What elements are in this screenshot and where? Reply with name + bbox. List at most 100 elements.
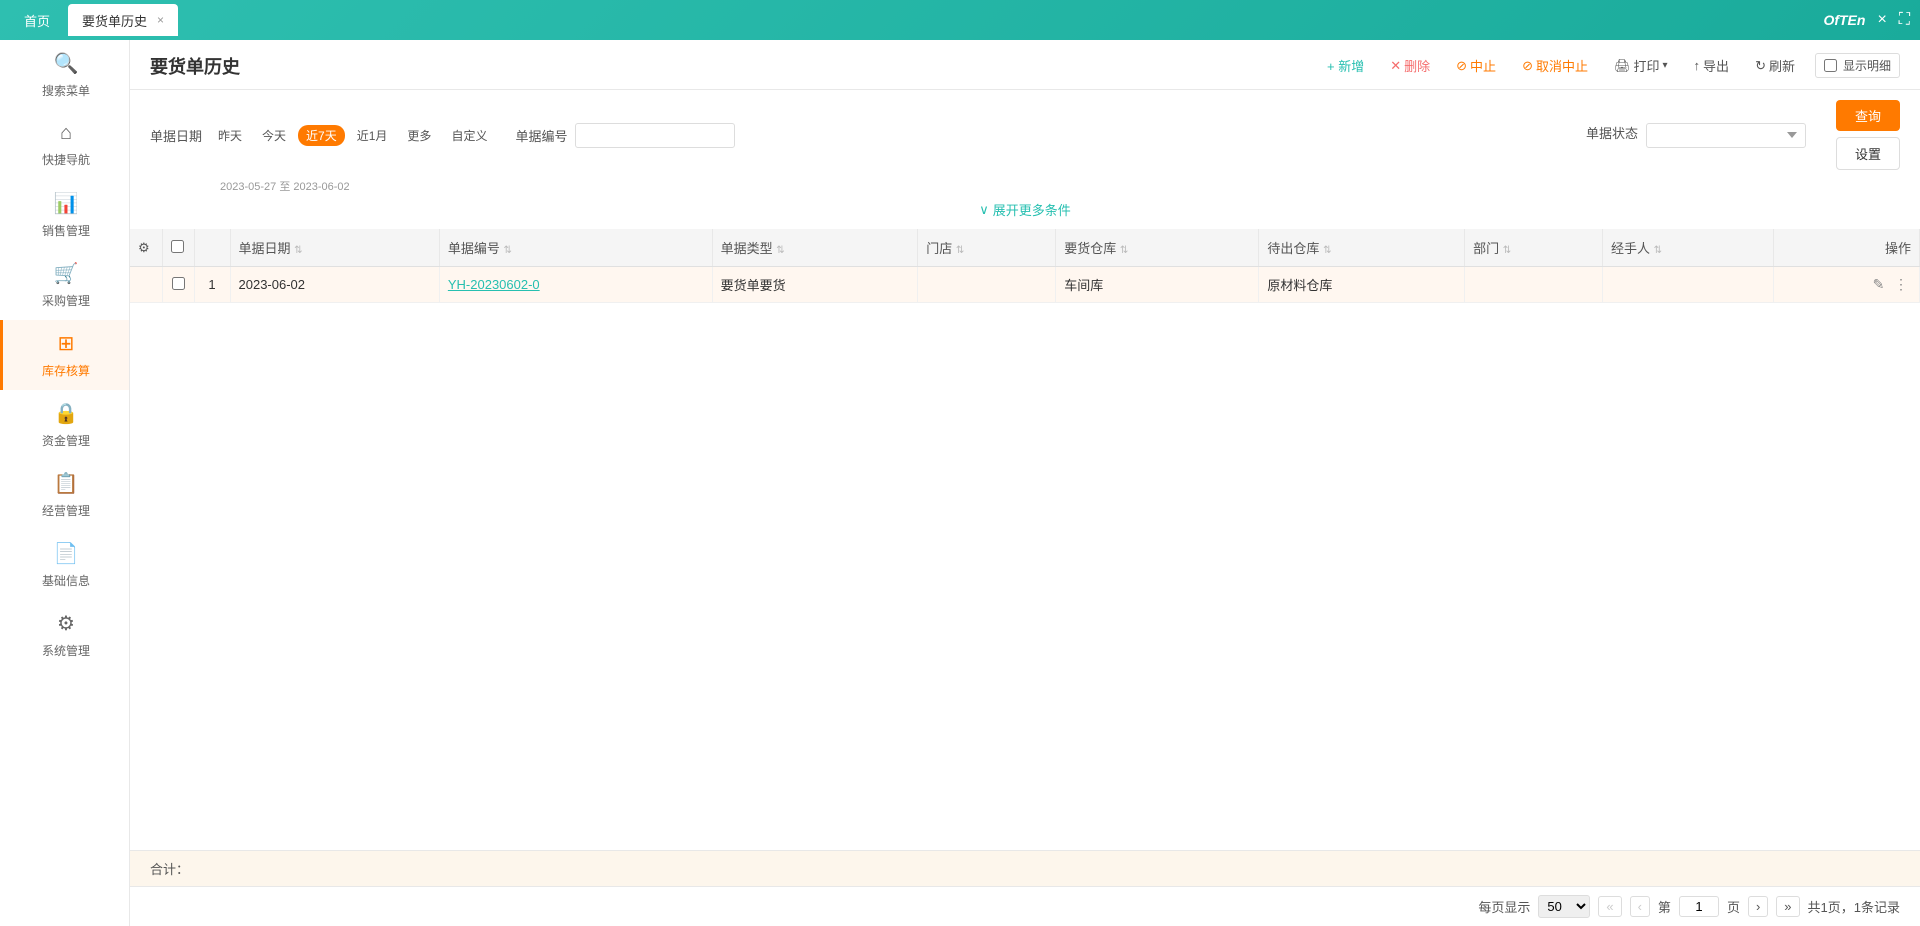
col-settings[interactable]: ⚙ bbox=[130, 229, 162, 267]
status-select[interactable] bbox=[1646, 123, 1806, 148]
date-btn-more[interactable]: 更多 bbox=[399, 125, 439, 146]
cell-order-no: YH-20230602-0 bbox=[439, 267, 712, 303]
main-layout: 🔍 搜索菜单 ⌂ 快捷导航 📊 销售管理 🛒 采购管理 ⊞ 库存核算 🔒 资金管… bbox=[0, 40, 1920, 926]
sidebar-item-purchase[interactable]: 🛒 采购管理 bbox=[0, 250, 129, 320]
status-filter-label: 单据状态 bbox=[1586, 123, 1638, 142]
sidebar-item-finance-label: 资金管理 bbox=[42, 432, 90, 449]
date-btn-7days[interactable]: 近7天 bbox=[298, 125, 345, 146]
col-type[interactable]: 单据类型 ⇅ bbox=[712, 229, 918, 267]
date-btn-custom[interactable]: 自定义 bbox=[443, 125, 495, 146]
expand-more-btn[interactable]: ∨ 展开更多条件 bbox=[150, 200, 1900, 219]
sidebar-item-search[interactable]: 🔍 搜索菜单 bbox=[0, 40, 129, 110]
col-department[interactable]: 部门 ⇅ bbox=[1465, 229, 1603, 267]
window-fullscreen-btn[interactable]: ⛶ bbox=[1899, 11, 1910, 29]
table-body: 1 2023-06-02 YH-20230602-0 要货单要货 bbox=[130, 267, 1920, 303]
refresh-icon: ↻ bbox=[1755, 58, 1766, 74]
select-all-checkbox[interactable] bbox=[171, 240, 184, 253]
display-detail-button[interactable]: 显示明细 bbox=[1815, 53, 1900, 78]
tab-yh-history-label: 要货单历史 bbox=[82, 11, 147, 30]
search-icon: 🔍 bbox=[54, 51, 79, 76]
sidebar-item-basic[interactable]: 📄 基础信息 bbox=[0, 530, 129, 600]
col-checkbox bbox=[162, 229, 194, 267]
system-icon: ⚙ bbox=[57, 611, 75, 636]
settings-button[interactable]: 设置 bbox=[1836, 137, 1900, 170]
summary-label: 合计： bbox=[150, 862, 189, 877]
per-page-label: 每页显示 bbox=[1478, 897, 1530, 916]
delete-icon: ✕ bbox=[1390, 58, 1401, 74]
per-page-select[interactable]: 10 20 50 100 bbox=[1538, 895, 1590, 918]
home-icon: ⌂ bbox=[60, 122, 72, 145]
toolbar: + 新增 ✕ 删除 ⊘ 中止 ⊘ 取消中止 🖨 打印 bbox=[1321, 52, 1900, 79]
window-close-btn[interactable]: × bbox=[1877, 11, 1886, 29]
tab-close-icon[interactable]: × bbox=[157, 13, 164, 27]
cancel-stop-icon: ⊘ bbox=[1522, 58, 1533, 74]
order-no-input[interactable] bbox=[575, 123, 735, 148]
sort-icon-order-no: ⇅ bbox=[504, 245, 512, 256]
col-handler[interactable]: 经手人 ⇅ bbox=[1603, 229, 1774, 267]
print-button[interactable]: 🖨 打印 ▾ bbox=[1608, 52, 1674, 79]
cell-type: 要货单要货 bbox=[712, 267, 918, 303]
more-icon[interactable]: ⋮ bbox=[1894, 276, 1908, 292]
sort-icon-store: ⇅ bbox=[956, 245, 964, 256]
delete-button[interactable]: ✕ 删除 bbox=[1384, 52, 1436, 79]
sidebar-item-basic-label: 基础信息 bbox=[42, 572, 90, 589]
display-detail-checkbox[interactable] bbox=[1824, 59, 1837, 72]
page-header: 要货单历史 + 新增 ✕ 删除 ⊘ 中止 ⊘ 取消中止 bbox=[130, 40, 1920, 90]
finance-icon: 🔒 bbox=[54, 401, 79, 426]
stop-button[interactable]: ⊘ 中止 bbox=[1450, 52, 1502, 79]
col-order-no[interactable]: 单据编号 ⇅ bbox=[439, 229, 712, 267]
sidebar-item-system-label: 系统管理 bbox=[42, 642, 90, 659]
tab-yh-history[interactable]: 要货单历史 × bbox=[68, 4, 178, 36]
next-page-btn[interactable]: › bbox=[1748, 896, 1768, 917]
cancel-stop-button[interactable]: ⊘ 取消中止 bbox=[1516, 52, 1594, 79]
date-buttons: 昨天 今天 近7天 近1月 更多 自定义 bbox=[210, 125, 495, 146]
brand-label: OfTEn bbox=[1823, 12, 1865, 28]
first-page-btn[interactable]: « bbox=[1598, 896, 1621, 917]
refresh-button[interactable]: ↻ 刷新 bbox=[1749, 52, 1801, 79]
page-number-input[interactable] bbox=[1679, 896, 1719, 917]
sort-icon-req-warehouse: ⇅ bbox=[1120, 245, 1128, 256]
cell-date: 2023-06-02 bbox=[230, 267, 439, 303]
sidebar-item-operation[interactable]: 📋 经营管理 bbox=[0, 460, 129, 530]
cell-department bbox=[1465, 267, 1603, 303]
sidebar-item-inventory[interactable]: ⊞ 库存核算 bbox=[0, 320, 129, 390]
cell-checkbox bbox=[162, 267, 194, 303]
sidebar: 🔍 搜索菜单 ⌂ 快捷导航 📊 销售管理 🛒 采购管理 ⊞ 库存核算 🔒 资金管… bbox=[0, 40, 130, 926]
new-button[interactable]: + 新增 bbox=[1321, 52, 1370, 79]
col-date[interactable]: 单据日期 ⇅ bbox=[230, 229, 439, 267]
date-btn-1month[interactable]: 近1月 bbox=[349, 125, 396, 146]
filter-row-1: 单据日期 昨天 今天 近7天 近1月 更多 自定义 单据编号 单据状态 bbox=[150, 100, 1900, 170]
row-checkbox[interactable] bbox=[172, 277, 185, 290]
purchase-icon: 🛒 bbox=[54, 261, 79, 286]
sidebar-item-shortcut-label: 快捷导航 bbox=[42, 151, 90, 168]
print-dropdown-icon: ▾ bbox=[1663, 60, 1668, 71]
page-title: 要货单历史 bbox=[150, 53, 240, 79]
sidebar-item-system[interactable]: ⚙ 系统管理 bbox=[0, 600, 129, 670]
export-button[interactable]: ↑ 导出 bbox=[1688, 52, 1736, 79]
tab-home-label: 首页 bbox=[24, 11, 50, 30]
date-btn-today[interactable]: 今天 bbox=[254, 125, 294, 146]
sidebar-item-finance[interactable]: 🔒 资金管理 bbox=[0, 390, 129, 460]
sidebar-item-inventory-label: 库存核算 bbox=[42, 362, 90, 379]
date-filter-label: 单据日期 bbox=[150, 126, 202, 145]
query-button[interactable]: 查询 bbox=[1836, 100, 1900, 131]
page-title-row: 要货单历史 + 新增 ✕ 删除 ⊘ 中止 ⊘ 取消中止 bbox=[150, 52, 1900, 79]
sidebar-item-sales[interactable]: 📊 销售管理 bbox=[0, 180, 129, 250]
last-page-btn[interactable]: » bbox=[1776, 896, 1799, 917]
col-pending-warehouse[interactable]: 待出仓库 ⇅ bbox=[1259, 229, 1465, 267]
prev-page-btn[interactable]: ‹ bbox=[1630, 896, 1650, 917]
tab-home[interactable]: 首页 bbox=[10, 4, 64, 36]
order-no-link[interactable]: YH-20230602-0 bbox=[448, 277, 540, 292]
col-store[interactable]: 门店 ⇅ bbox=[918, 229, 1056, 267]
edit-icon[interactable]: ✎ bbox=[1873, 276, 1885, 292]
cell-operation: ✎ ⋮ bbox=[1773, 267, 1919, 303]
goto-label: 第 bbox=[1658, 897, 1671, 916]
col-req-warehouse[interactable]: 要货仓库 ⇅ bbox=[1056, 229, 1259, 267]
cell-num: 1 bbox=[194, 267, 230, 303]
print-icon: 🖨 bbox=[1614, 58, 1631, 74]
query-settings-wrap: 查询 设置 bbox=[1836, 100, 1900, 170]
col-num bbox=[194, 229, 230, 267]
sidebar-item-shortcut[interactable]: ⌂ 快捷导航 bbox=[0, 110, 129, 180]
date-btn-yesterday[interactable]: 昨天 bbox=[210, 125, 250, 146]
table-container: ⚙ 单据日期 ⇅ 单据编号 ⇅ bbox=[130, 229, 1920, 850]
